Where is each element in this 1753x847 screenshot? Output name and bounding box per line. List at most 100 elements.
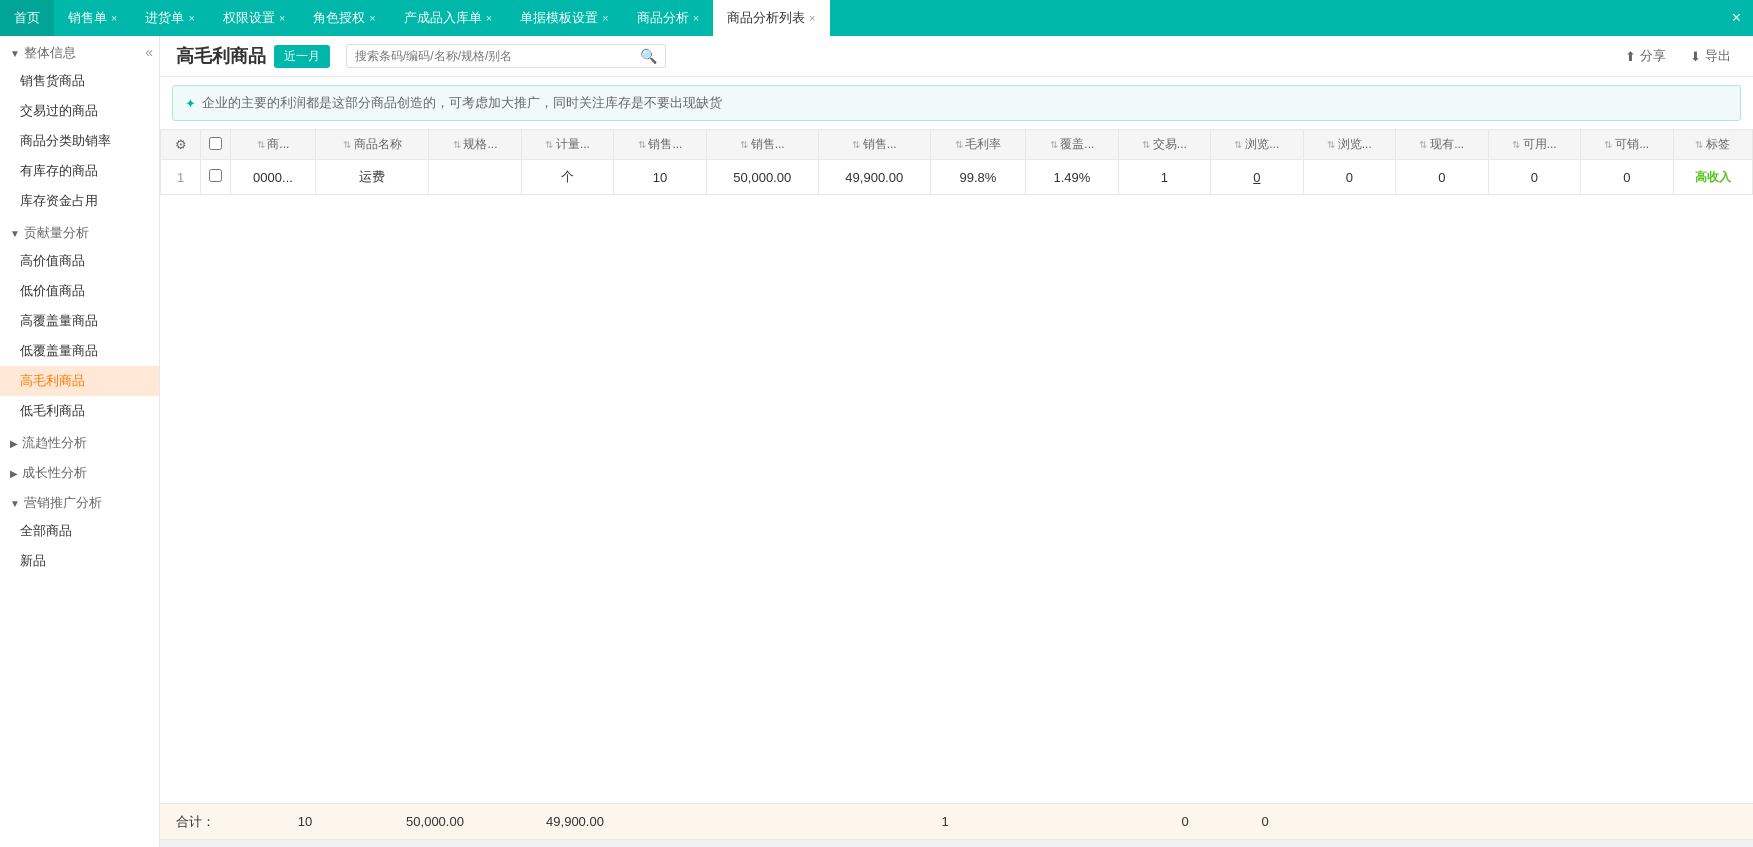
sidebar-item-high-coverage[interactable]: 高覆盖量商品	[0, 306, 159, 336]
row-unit: 个	[521, 160, 613, 195]
nav-close-product-inbound[interactable]: ×	[486, 12, 492, 24]
sidebar-item-traded-goods[interactable]: 交易过的商品	[0, 96, 159, 126]
sidebar-item-high-margin[interactable]: 高毛利商品	[0, 366, 159, 396]
nav-item-analysis[interactable]: 商品分析 ×	[623, 0, 713, 36]
th-sale-profit[interactable]: 销售...	[818, 130, 930, 160]
nav-close-sales[interactable]: ×	[111, 12, 117, 24]
sidebar-collapse-button[interactable]: «	[145, 44, 153, 60]
arrow-trend: ▶	[10, 438, 18, 449]
sidebar-item-high-value[interactable]: 高价值商品	[0, 246, 159, 276]
row-code: 0000...	[231, 160, 316, 195]
th-tx-count[interactable]: 交易...	[1118, 130, 1210, 160]
info-banner: ✦ 企业的主要的利润都是这部分商品创造的，可考虑加大推广，同时关注库存是不要出现…	[172, 85, 1741, 121]
footer-sale-profit: 49,900.00	[505, 814, 645, 829]
row-browse2: 0	[1303, 160, 1395, 195]
row-tx-count: 1	[1118, 160, 1210, 195]
row-checkbox[interactable]	[209, 169, 222, 182]
footer-label: 合计：	[176, 813, 215, 831]
export-icon: ⬇	[1690, 49, 1701, 64]
content-header: 高毛利商品 近一月 🔍 ⬆ 分享 ⬇ 导出	[160, 36, 1753, 77]
footer-spacer	[645, 814, 905, 829]
sidebar-group-trend[interactable]: ▶ 流趋性分析	[0, 426, 159, 456]
sidebar-item-new-goods[interactable]: 新品	[0, 546, 159, 576]
sidebar-item-stock-fund[interactable]: 库存资金占用	[0, 186, 159, 216]
footer-spacer2	[985, 814, 1145, 829]
nav-item-home[interactable]: 首页	[0, 0, 54, 36]
row-saleable-stock: 0	[1581, 160, 1673, 195]
nav-close-analysis[interactable]: ×	[693, 12, 699, 24]
row-tag: 高收入	[1673, 160, 1753, 195]
table-wrap: ⚙ 商... 商品名称 规格... 计量... 销售... 销售... 销售..…	[160, 129, 1753, 803]
arrow-marketing: ▼	[10, 498, 20, 509]
share-icon: ⬆	[1625, 49, 1636, 64]
th-saleable-stock[interactable]: 可销...	[1581, 130, 1673, 160]
th-avail-stock[interactable]: 可用...	[1488, 130, 1580, 160]
close-all-button[interactable]: ×	[1720, 9, 1753, 27]
th-coverage[interactable]: 覆盖...	[1026, 130, 1118, 160]
th-browse1[interactable]: 浏览...	[1211, 130, 1303, 160]
nav-close-purchase[interactable]: ×	[188, 12, 194, 24]
th-spec[interactable]: 规格...	[429, 130, 521, 160]
row-coverage: 1.49%	[1026, 160, 1118, 195]
th-unit[interactable]: 计量...	[521, 130, 613, 160]
footer-current-stock: 0	[1145, 814, 1225, 829]
search-input[interactable]	[355, 49, 636, 63]
footer-cells: 10 50,000.00 49,900.00 1 0 0	[245, 814, 1737, 829]
nav-close-permission[interactable]: ×	[279, 12, 285, 24]
nav-item-product-inbound[interactable]: 产成品入库单 ×	[390, 0, 506, 36]
th-sale-amt[interactable]: 销售...	[706, 130, 818, 160]
row-avail-stock: 0	[1488, 160, 1580, 195]
th-gross-rate[interactable]: 毛利率	[930, 130, 1025, 160]
sidebar-group-marketing[interactable]: ▼ 营销推广分析	[0, 486, 159, 516]
data-table: ⚙ 商... 商品名称 规格... 计量... 销售... 销售... 销售..…	[160, 129, 1753, 195]
sidebar-item-in-stock[interactable]: 有库存的商品	[0, 156, 159, 186]
row-sale-profit: 49,900.00	[818, 160, 930, 195]
arrow-growth: ▶	[10, 468, 18, 479]
th-name[interactable]: 商品名称	[315, 130, 428, 160]
row-gross-rate: 99.8%	[930, 160, 1025, 195]
nav-close-analysis-list[interactable]: ×	[809, 12, 815, 24]
row-checkbox-cell	[201, 160, 231, 195]
select-all-checkbox[interactable]	[209, 137, 222, 150]
footer-sale-amt: 50,000.00	[365, 814, 505, 829]
sidebar-group-overall[interactable]: ▼ 整体信息	[0, 36, 159, 66]
sidebar-item-low-coverage[interactable]: 低覆盖量商品	[0, 336, 159, 366]
nav-item-role[interactable]: 角色授权 ×	[299, 0, 389, 36]
nav-item-template[interactable]: 单据模板设置 ×	[506, 0, 622, 36]
nav-item-purchase[interactable]: 进货单 ×	[131, 0, 208, 36]
sidebar-item-low-margin[interactable]: 低毛利商品	[0, 396, 159, 426]
horizontal-scrollbar[interactable]	[160, 839, 1753, 847]
th-sale-qty[interactable]: 销售...	[614, 130, 706, 160]
filter-month-button[interactable]: 近一月	[274, 45, 330, 68]
sidebar-group-growth[interactable]: ▶ 成长性分析	[0, 456, 159, 486]
nav-item-sales[interactable]: 销售单 ×	[54, 0, 131, 36]
sidebar-group-contribution[interactable]: ▼ 贡献量分析	[0, 216, 159, 246]
nav-item-analysis-list[interactable]: 商品分析列表 ×	[713, 0, 829, 36]
sidebar-item-all-goods[interactable]: 全部商品	[0, 516, 159, 546]
content-area: 高毛利商品 近一月 🔍 ⬆ 分享 ⬇ 导出 ✦ 企业的主要的利润都是这部分商品创…	[160, 36, 1753, 847]
th-code[interactable]: 商...	[231, 130, 316, 160]
row-sale-amt: 50,000.00	[706, 160, 818, 195]
export-button[interactable]: ⬇ 导出	[1684, 44, 1737, 68]
nav-item-permission[interactable]: 权限设置 ×	[209, 0, 299, 36]
sidebar-item-category-rate[interactable]: 商品分类助销率	[0, 126, 159, 156]
search-wrap: 🔍	[346, 44, 666, 68]
page-title: 高毛利商品	[176, 44, 266, 68]
search-icon[interactable]: 🔍	[640, 48, 657, 64]
sidebar-item-sale-goods[interactable]: 销售货商品	[0, 66, 159, 96]
th-settings[interactable]: ⚙	[161, 130, 201, 160]
sidebar-item-low-value[interactable]: 低价值商品	[0, 276, 159, 306]
footer-total: 合计： 10 50,000.00 49,900.00 1 0 0	[160, 803, 1753, 839]
footer-tx-count: 1	[905, 814, 985, 829]
settings-icon[interactable]: ⚙	[175, 137, 187, 152]
th-tag[interactable]: 标签	[1673, 130, 1753, 160]
th-current-stock[interactable]: 现有...	[1396, 130, 1488, 160]
row-browse1[interactable]: 0	[1211, 160, 1303, 195]
th-browse2[interactable]: 浏览...	[1303, 130, 1395, 160]
footer-sale-qty: 10	[245, 814, 365, 829]
share-button[interactable]: ⬆ 分享	[1619, 44, 1672, 68]
nav-close-template[interactable]: ×	[602, 12, 608, 24]
row-current-stock: 0	[1396, 160, 1488, 195]
nav-close-role[interactable]: ×	[369, 12, 375, 24]
arrow-contribution: ▼	[10, 228, 20, 239]
